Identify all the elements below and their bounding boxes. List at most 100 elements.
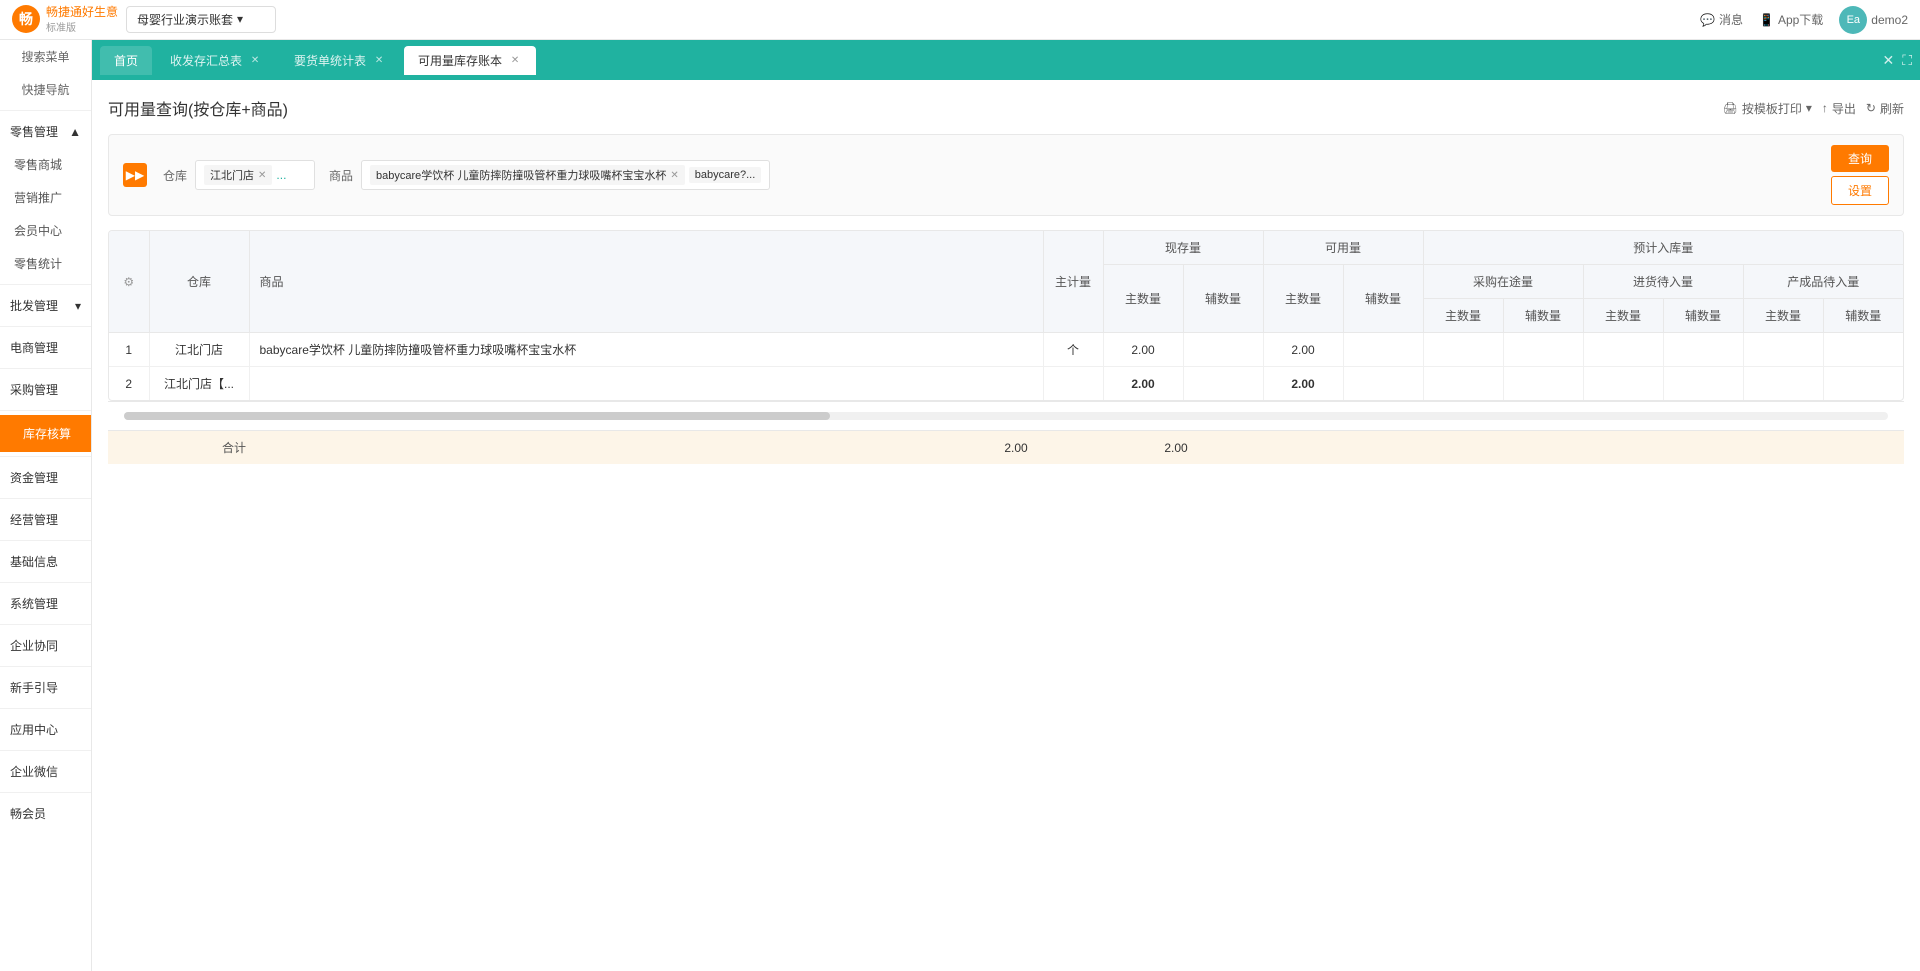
- query-button[interactable]: 查询: [1831, 145, 1889, 172]
- total-stock-main: 2.00: [976, 441, 1056, 455]
- row2-product-main: [1743, 367, 1823, 401]
- sidebar-item-system[interactable]: 系统管理: [0, 587, 91, 620]
- row1-product-sub: [1823, 333, 1903, 367]
- table-purchase-sub-header: 辅数量: [1503, 299, 1583, 333]
- sidebar-item-app-center[interactable]: 应用中心: [0, 713, 91, 746]
- tab-home[interactable]: 首页: [100, 46, 152, 75]
- warehouse-filter-group: 仓库 江北门店 ✕ ...: [163, 160, 315, 190]
- warehouse-filter-more[interactable]: ...: [276, 168, 286, 182]
- tab-available-inventory-close[interactable]: ✕: [508, 53, 522, 67]
- sidebar-divider: [0, 110, 91, 111]
- message-button[interactable]: 💬 消息: [1700, 11, 1743, 28]
- row1-purchase-sub: [1503, 333, 1583, 367]
- table-available-header: 可用量: [1263, 231, 1423, 265]
- scrollbar-thumb[interactable]: [124, 412, 830, 420]
- sidebar-item-finance[interactable]: 资金管理: [0, 461, 91, 494]
- row2-available-main: 2.00: [1263, 367, 1343, 401]
- sidebar-item-wholesale-mgmt[interactable]: 批发管理 ▾: [0, 289, 91, 322]
- tab-home-label: 首页: [114, 52, 138, 69]
- row1-incoming-sub: [1663, 333, 1743, 367]
- avatar: Ea: [1839, 6, 1867, 34]
- row2-purchase-main: [1423, 367, 1503, 401]
- product-filter-input[interactable]: babycare学饮杯 儿童防摔防撞吸管杯重力球吸嘴杯宝宝水杯 ✕ babyca…: [361, 160, 770, 190]
- tab-available-inventory-label: 可用量库存账本: [418, 52, 502, 69]
- sidebar-item-retail-stats[interactable]: 零售统计: [0, 247, 91, 280]
- warehouse-filter-input[interactable]: 江北门店 ✕ ...: [195, 160, 315, 190]
- tab-close-all-button[interactable]: ✕: [1882, 52, 1894, 69]
- sidebar-divider-7: [0, 498, 91, 499]
- top-bar: 畅 畅捷通好生意 标准版 母婴行业演示账套 ▾ 💬 消息 📱 App下载 Ea …: [0, 0, 1920, 40]
- sidebar-item-search[interactable]: 搜索菜单: [0, 40, 91, 73]
- filter-toggle-button[interactable]: ▶▶: [123, 163, 147, 187]
- logo-icon: 畅: [12, 5, 40, 33]
- row1-incoming-main: [1583, 333, 1663, 367]
- row2-available-sub: [1343, 367, 1423, 401]
- product-filter-group: 商品 babycare学饮杯 儿童防摔防撞吸管杯重力球吸嘴杯宝宝水杯 ✕ bab…: [329, 160, 770, 190]
- table-settings-header[interactable]: ⚙: [109, 231, 149, 333]
- sidebar-item-purchase[interactable]: 采购管理: [0, 373, 91, 406]
- tab-receive-summary[interactable]: 收发存汇总表 ✕: [156, 46, 276, 75]
- sidebar-item-quick-nav[interactable]: 快捷导航: [0, 73, 91, 106]
- sidebar: 搜索菜单 快捷导航 零售管理 ▲ 零售商城 营销推广 会员中心 零售统计 批发管…: [0, 40, 92, 971]
- tab-order-stats-close[interactable]: ✕: [372, 53, 386, 67]
- tab-available-inventory[interactable]: 可用量库存账本 ✕: [404, 46, 536, 75]
- tab-receive-summary-close[interactable]: ✕: [248, 53, 262, 67]
- export-icon: ↑: [1822, 101, 1828, 115]
- brand-label: 标准版: [46, 19, 118, 34]
- table-warehouse-header: 仓库: [149, 231, 249, 333]
- row1-purchase-main: [1423, 333, 1503, 367]
- row1-seq: 1: [109, 333, 149, 367]
- row1-available-main: 2.00: [1263, 333, 1343, 367]
- export-button[interactable]: ↑ 导出: [1822, 100, 1856, 117]
- user-profile[interactable]: Ea demo2: [1839, 6, 1908, 34]
- sidebar-item-member-center[interactable]: 会员中心: [0, 214, 91, 247]
- logo-text: 畅捷通好生意: [46, 5, 118, 19]
- page-title: 可用量查询(按仓库+商品): [108, 96, 288, 120]
- sidebar-item-retail-mgmt[interactable]: 零售管理 ▲: [0, 115, 91, 148]
- warehouse-tag-close[interactable]: ✕: [258, 170, 266, 181]
- tab-bar-actions: ✕ ⛶: [1882, 52, 1912, 69]
- refresh-icon: ↻: [1866, 101, 1876, 115]
- sidebar-item-retail-shop[interactable]: 零售商城: [0, 148, 91, 181]
- product-extra-tag: babycare?...: [689, 167, 762, 183]
- row2-stock-main: 2.00: [1103, 367, 1183, 401]
- sidebar-divider-8: [0, 540, 91, 541]
- tab-maximize-button[interactable]: ⛶: [1902, 52, 1912, 69]
- sidebar-item-ecommerce[interactable]: 电商管理: [0, 331, 91, 364]
- settings-button[interactable]: 设置: [1831, 176, 1889, 205]
- sidebar-item-enterprise-wx[interactable]: 企业微信: [0, 755, 91, 788]
- refresh-button[interactable]: ↻ 刷新: [1866, 100, 1904, 117]
- template-print-button[interactable]: 🖨 按模板打印 ▾: [1723, 100, 1812, 117]
- sidebar-item-inventory[interactable]: 库存核算: [0, 415, 91, 452]
- horizontal-scrollbar[interactable]: [124, 412, 1888, 420]
- row2-incoming-main: [1583, 367, 1663, 401]
- table-purchase-onway-header: 采购在途量: [1423, 265, 1583, 299]
- product-tag: babycare学饮杯 儿童防摔防撞吸管杯重力球吸嘴杯宝宝水杯 ✕: [370, 165, 685, 185]
- sidebar-divider-9: [0, 582, 91, 583]
- row2-product: [249, 367, 1043, 401]
- sidebar-item-marketing[interactable]: 营销推广: [0, 181, 91, 214]
- sidebar-item-new-guide[interactable]: 新手引导: [0, 671, 91, 704]
- app-download-button[interactable]: 📱 App下载: [1759, 11, 1823, 28]
- total-available-main: 2.00: [1136, 441, 1216, 455]
- table-stock-main-header: 主数量: [1103, 265, 1183, 333]
- table-available-main-header: 主数量: [1263, 265, 1343, 333]
- table-product-main-header: 主数量: [1743, 299, 1823, 333]
- row1-stock-main: 2.00: [1103, 333, 1183, 367]
- row2-purchase-sub: [1503, 367, 1583, 401]
- industry-selector[interactable]: 母婴行业演示账套 ▾: [126, 6, 276, 33]
- table-stock-sub-header: 辅数量: [1183, 265, 1263, 333]
- sidebar-item-operations[interactable]: 经营管理: [0, 503, 91, 536]
- sidebar-item-basic-info[interactable]: 基础信息: [0, 545, 91, 578]
- tab-order-stats[interactable]: 要货单统计表 ✕: [280, 46, 400, 75]
- sidebar-item-member[interactable]: 畅会员: [0, 797, 91, 830]
- main-layout: 搜索菜单 快捷导航 零售管理 ▲ 零售商城 营销推广 会员中心 零售统计 批发管…: [0, 40, 1920, 971]
- sidebar-item-enterprise[interactable]: 企业协同: [0, 629, 91, 662]
- data-table: ⚙ 仓库 商品 主计量 现存量 可用量 预计入库量 主数量 辅数量: [109, 231, 1903, 400]
- product-tag-close[interactable]: ✕: [670, 170, 678, 181]
- message-icon: 💬: [1700, 13, 1715, 27]
- row1-unit: 个: [1043, 333, 1103, 367]
- sidebar-divider-14: [0, 792, 91, 793]
- table-footer: [108, 401, 1904, 430]
- row1-stock-sub: [1183, 333, 1263, 367]
